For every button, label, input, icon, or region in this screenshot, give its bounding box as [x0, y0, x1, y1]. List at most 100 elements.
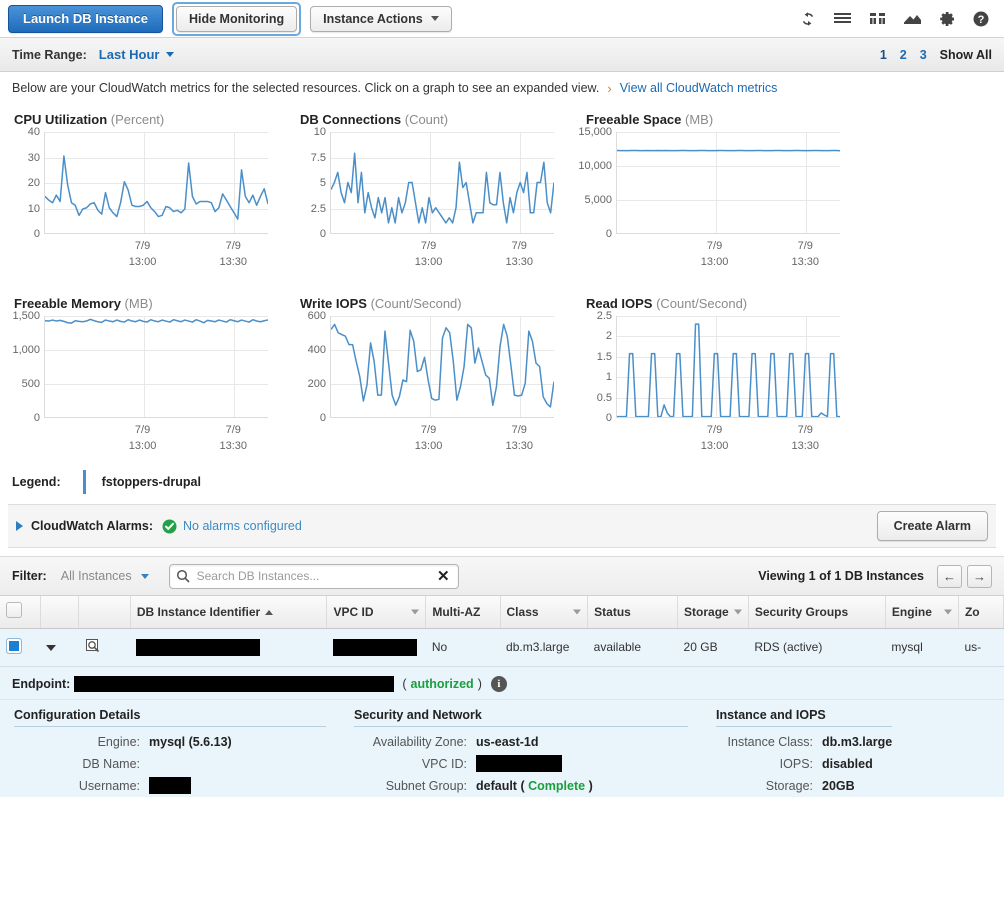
- column-label: Status: [594, 604, 631, 619]
- detail-columns: Configuration Details Engine: mysql (5.6…: [0, 700, 1004, 797]
- chart-card-freeable-memory[interactable]: Freeable Memory (MB) 0 500 1,000 1,500 7/9 13:…: [8, 290, 294, 462]
- list-icon[interactable]: [833, 11, 852, 27]
- select-all-header[interactable]: [0, 596, 41, 629]
- chart-title-text: DB Connections: [300, 112, 402, 127]
- cloudwatch-alarms-label: CloudWatch Alarms:: [31, 519, 153, 533]
- column-header-zone[interactable]: Zo: [958, 596, 1004, 629]
- y-axis-tick-label: 10,000: [578, 160, 612, 172]
- instance-class-value: db.m3.large: [822, 734, 893, 749]
- y-axis-tick-label: 10: [313, 126, 326, 138]
- column-header-engine[interactable]: Engine: [885, 596, 959, 629]
- time-range-dropdown[interactable]: Last Hour: [99, 47, 175, 62]
- redacted-value: [476, 755, 562, 772]
- detail-column-header: [78, 596, 131, 629]
- y-axis-tick-label: 0: [605, 228, 612, 240]
- info-icon[interactable]: i: [490, 675, 507, 692]
- expand-triangle-icon[interactable]: [16, 521, 23, 531]
- chart-unit-label: (Count/Second): [366, 296, 462, 311]
- filter-dropdown[interactable]: All Instances: [61, 569, 149, 583]
- chart-title-text: CPU Utilization: [14, 112, 108, 127]
- show-all-link[interactable]: Show All: [940, 48, 992, 62]
- subnet-group-label: Subnet Group:: [385, 778, 467, 793]
- plot-area[interactable]: [330, 132, 554, 234]
- table-header-row: DB Instance Identifier VPC ID Multi-AZ C…: [0, 596, 1004, 629]
- gear-icon[interactable]: [938, 10, 956, 28]
- instance-actions-button[interactable]: Instance Actions: [310, 5, 452, 32]
- row-expand-cell[interactable]: [40, 628, 79, 667]
- page-link-2[interactable]: 2: [900, 48, 907, 62]
- column-header-status[interactable]: Status: [587, 596, 679, 629]
- y-axis-tick-label: 20: [27, 177, 40, 189]
- y-axis: 0 10 20 30 40: [8, 126, 44, 240]
- clear-search-icon[interactable]: ✕: [435, 569, 452, 584]
- plot-area[interactable]: [616, 316, 840, 418]
- x-axis-tick-label: 7/9 13:00: [700, 424, 729, 452]
- next-page-button[interactable]: →: [967, 564, 992, 588]
- row-checkbox[interactable]: [6, 637, 22, 654]
- hide-monitoring-button[interactable]: Hide Monitoring: [175, 5, 298, 32]
- chart-card-cpu-utilization[interactable]: CPU Utilization (Percent) 0 10 20 30 40 7/9 13:…: [8, 106, 294, 278]
- create-alarm-button[interactable]: Create Alarm: [876, 511, 988, 541]
- column-header-storage[interactable]: Storage: [677, 596, 749, 629]
- chart-card-read-iops[interactable]: Read IOPS (Count/Second) 0 0.5 1 1.5 2 2.5 7/9 1…: [580, 290, 866, 462]
- row-detail-cell[interactable]: [78, 628, 131, 667]
- plot-area[interactable]: [44, 132, 268, 234]
- detail-row: Username:: [14, 775, 232, 797]
- chevron-down-icon[interactable]: [573, 609, 582, 615]
- security-and-network-section: Security and Network Availability Zone: …: [340, 708, 702, 797]
- chart-card-db-connections[interactable]: DB Connections (Count) 0 2.5 5 7.5 10 7/9 13:00…: [294, 106, 580, 278]
- cell-security-groups: RDS (active): [748, 628, 886, 667]
- engine-value: mysql (5.6.13): [149, 734, 232, 749]
- y-axis: 0 200 400 600: [294, 310, 330, 424]
- table-row[interactable]: No db.m3.large available 20 GB RDS (acti…: [0, 628, 1004, 667]
- chart-card-freeable-space[interactable]: Freeable Space (MB) 0 5,000 10,000 15,000 7/9…: [578, 106, 866, 278]
- page-link-1[interactable]: 1: [880, 48, 887, 62]
- column-header-class[interactable]: Class: [500, 596, 589, 629]
- instance-and-iops-section: Instance and IOPS Instance Class: db.m3.…: [702, 708, 906, 797]
- time-range-value: Last Hour: [98, 47, 160, 62]
- y-axis-tick-label: 10: [27, 202, 40, 215]
- chevron-down-icon[interactable]: [943, 609, 952, 615]
- y-axis-tick-label: 5: [319, 177, 326, 189]
- y-axis-tick-label: 0: [319, 412, 326, 424]
- chart-title: DB Connections (Count): [300, 112, 580, 127]
- column-header-multi-az[interactable]: Multi-AZ: [425, 596, 501, 629]
- chevron-down-icon[interactable]: [411, 609, 420, 615]
- chart-icon[interactable]: [903, 11, 922, 27]
- search-input[interactable]: [194, 568, 436, 584]
- storage-value: 20GB: [822, 778, 855, 793]
- row-select-cell[interactable]: [0, 628, 41, 667]
- column-header-vpc-id[interactable]: VPC ID: [326, 596, 427, 629]
- instance-class-label: Instance Class:: [727, 734, 813, 749]
- column-label: Class: [506, 604, 539, 619]
- chart-title: Write IOPS (Count/Second): [300, 296, 580, 311]
- launch-db-instance-button[interactable]: Launch DB Instance: [8, 4, 163, 33]
- magnifier-icon[interactable]: [85, 638, 101, 657]
- column-header-db-instance-identifier[interactable]: DB Instance Identifier: [130, 596, 328, 629]
- plot-area[interactable]: [616, 132, 840, 234]
- view-all-cloudwatch-metrics-link[interactable]: View all CloudWatch metrics: [620, 81, 778, 95]
- detail-row: IOPS: disabled: [716, 753, 892, 775]
- chevron-down-icon[interactable]: [733, 609, 742, 615]
- plot-area[interactable]: [44, 316, 268, 418]
- check-circle-icon: [162, 519, 177, 534]
- select-all-checkbox[interactable]: [6, 602, 22, 619]
- cell-engine: mysql: [885, 628, 959, 667]
- legend-label: Legend:: [12, 475, 61, 489]
- page-link-3[interactable]: 3: [920, 48, 927, 62]
- series-line: [617, 316, 840, 417]
- chart-card-write-iops[interactable]: Write IOPS (Count/Second) 0 200 400 600 7/9 13…: [294, 290, 580, 462]
- chart-body: 0 10 20 30 40: [8, 126, 294, 240]
- previous-page-button[interactable]: ←: [937, 564, 962, 588]
- search-box[interactable]: ✕: [168, 563, 459, 589]
- chart-body: 0 2.5 5 7.5 10: [294, 126, 580, 240]
- column-header-security-groups[interactable]: Security Groups: [748, 596, 886, 629]
- plot-area[interactable]: [330, 316, 554, 418]
- refresh-icon[interactable]: [799, 10, 817, 28]
- grid-icon[interactable]: [868, 11, 887, 27]
- instance-and-iops-table: Instance Class: db.m3.large IOPS: disabl…: [716, 731, 893, 797]
- help-icon[interactable]: ?: [972, 10, 990, 28]
- chevron-down-icon[interactable]: [46, 645, 57, 651]
- top-toolbar: Launch DB Instance Hide Monitoring Insta…: [0, 0, 1004, 38]
- subnet-group-status: Complete: [528, 778, 586, 793]
